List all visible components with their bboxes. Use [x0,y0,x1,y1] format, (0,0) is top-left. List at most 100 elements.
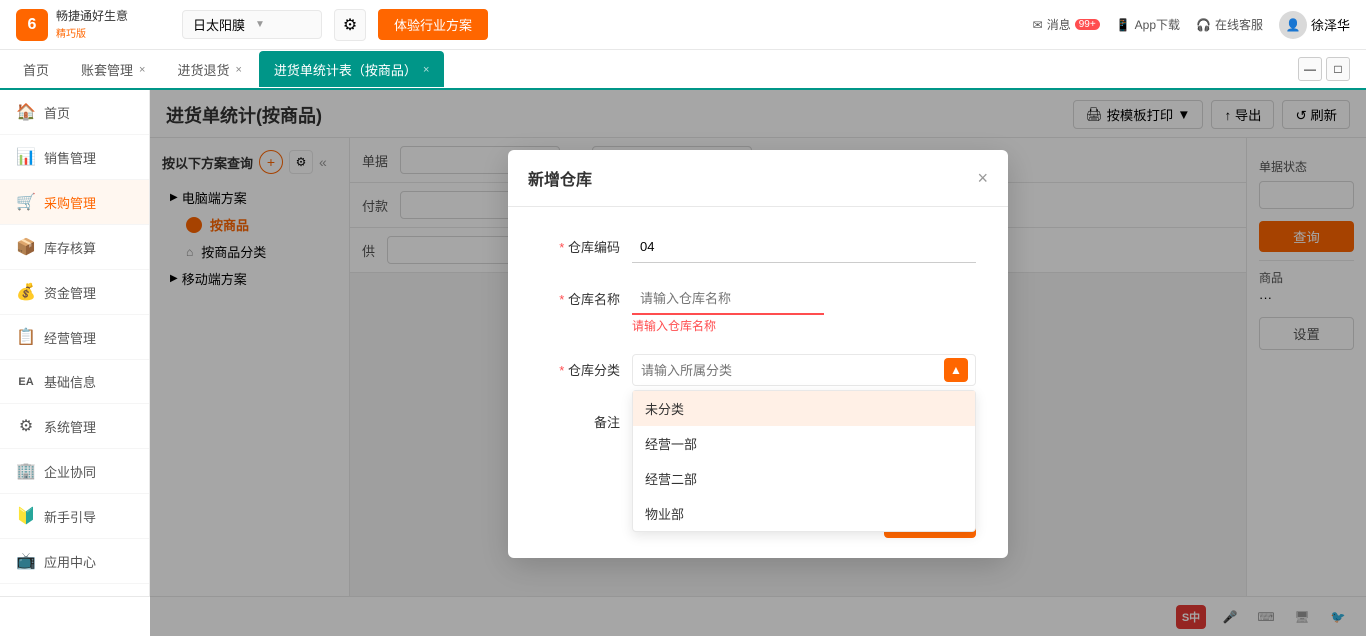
gear-button[interactable]: ⚙ [334,9,366,41]
inventory-icon: 📦 [16,237,36,257]
tab-bar: 首页 账套管理 × 进货退货 × 进货单统计表（按商品） × — □ [0,50,1366,90]
code-label: * 仓库编码 [540,231,620,256]
app-center-icon: 📺 [16,551,36,571]
main-layout: 🏠 首页 📊 销售管理 🛒 采购管理 📦 库存核算 💰 资金管理 📋 经营管理 … [0,90,1366,636]
tab-account-close-icon[interactable]: × [139,64,145,76]
user-avatar-area[interactable]: 👤 徐泽华 [1279,11,1350,39]
gear-icon: ⚙ [343,15,357,35]
sidebar-item-finance[interactable]: 💰 资金管理 [0,270,149,315]
sidebar-item-purchase[interactable]: 🛒 采购管理 [0,180,149,225]
message-icon: ✉ [1033,18,1043,32]
dialog-body: * 仓库编码 * 仓库名称 [508,207,1008,490]
sales-icon: 📊 [16,147,36,167]
category-dropdown-wrap: ▲ 未分类 经营一部 经营二部 [632,354,976,386]
tab-purchase-return-close-icon[interactable]: × [235,64,241,76]
category-label: * 仓库分类 [540,354,620,379]
sidebar-item-guide[interactable]: 🔰 新手引导 [0,494,149,539]
dropdown-option-0[interactable]: 未分类 [633,391,975,426]
tab-maximize-button[interactable]: □ [1326,57,1350,81]
system-icon: ⚙ [16,416,36,436]
note-label: 备注 [540,406,620,431]
sidebar-label-base-info: 基础信息 [44,372,96,391]
tab-home-label: 首页 [23,60,49,79]
dialog-header: 新增仓库 × [508,150,1008,207]
logo-area: 6 畅捷通好生意 精巧版 [16,9,166,41]
headset-icon: 🎧 [1196,18,1211,32]
enterprise-icon: 🏢 [16,461,36,481]
category-input[interactable] [632,354,976,386]
sidebar-item-enterprise[interactable]: 🏢 企业协同 [0,449,149,494]
tab-account-label: 账套管理 [81,60,133,79]
sidebar-label-enterprise: 企业协同 [44,462,96,481]
sidebar: 🏠 首页 📊 销售管理 🛒 采购管理 📦 库存核算 💰 资金管理 📋 经营管理 … [0,90,150,636]
dialog-close-button[interactable]: × [977,168,988,189]
header-right: ✉ 消息 99+ 📱 App下载 🎧 在线客服 👤 徐泽华 [1033,11,1350,39]
tab-minimize-button[interactable]: — [1298,57,1322,81]
trial-button[interactable]: 体验行业方案 [378,9,488,40]
sidebar-label-purchase: 采购管理 [44,193,96,212]
dropdown-option-3[interactable]: 物业部 [633,496,975,531]
sidebar-label-app-center: 应用中心 [44,552,96,571]
finance-icon: 💰 [16,282,36,302]
tab-purchase-stats-label: 进货单统计表（按商品） [274,60,417,79]
dropdown-option-2[interactable]: 经营二部 [633,461,975,496]
dialog-title: 新增仓库 [528,166,592,190]
app-download-label: App下载 [1135,16,1180,33]
sidebar-item-base-info[interactable]: EA 基础信息 [0,360,149,404]
top-header: 6 畅捷通好生意 精巧版 日太阳膜 ▼ ⚙ 体验行业方案 ✉ 消息 99+ 📱 … [0,0,1366,50]
minimize-icon: — [1304,62,1316,76]
category-dropdown-toggle[interactable]: ▲ [944,358,968,382]
base-info-icon: EA [16,376,36,388]
form-row-category: * 仓库分类 ▲ 未分类 [540,354,976,386]
purchase-icon: 🛒 [16,192,36,212]
name-input-wrap [632,283,824,315]
chevron-down-icon: ▼ [255,19,311,30]
modal-overlay: 新增仓库 × * 仓库编码 [150,90,1366,636]
phone-icon: 📱 [1116,18,1131,32]
sidebar-label-finance: 资金管理 [44,283,96,302]
app-download-button[interactable]: 📱 App下载 [1116,16,1180,33]
tab-purchase-return[interactable]: 进货退货 × [162,51,256,87]
sidebar-item-app-center[interactable]: 📺 应用中心 [0,539,149,584]
sidebar-label-system: 系统管理 [44,417,96,436]
maximize-icon: □ [1334,62,1341,76]
tab-purchase-return-label: 进货退货 [177,60,229,79]
username-label: 徐泽华 [1311,15,1350,34]
tab-purchase-stats[interactable]: 进货单统计表（按商品） × [259,51,444,87]
store-name: 日太阳膜 [193,15,249,34]
tab-nav-buttons: — □ [1298,57,1358,81]
online-service-button[interactable]: 🎧 在线客服 [1196,16,1263,33]
header-middle: 日太阳膜 ▼ ⚙ 体验行业方案 [166,9,1033,41]
sidebar-item-home[interactable]: 🏠 首页 [0,90,149,135]
logo-icon: 6 [16,9,48,41]
sidebar-label-sales: 销售管理 [44,148,96,167]
new-warehouse-dialog: 新增仓库 × * 仓库编码 [508,150,1008,558]
guide-icon: 🔰 [16,506,36,526]
form-row-code: * 仓库编码 [540,231,976,263]
name-label: * 仓库名称 [540,283,620,308]
sidebar-label-inventory: 库存核算 [44,238,96,257]
tab-home[interactable]: 首页 [8,51,64,87]
message-badge: 99+ [1075,19,1100,30]
sidebar-item-sales[interactable]: 📊 销售管理 [0,135,149,180]
message-label: 消息 [1047,16,1071,33]
dropdown-option-1[interactable]: 经营一部 [633,426,975,461]
store-selector[interactable]: 日太阳膜 ▼ [182,10,322,39]
code-input[interactable] [632,231,976,263]
sidebar-item-inventory[interactable]: 📦 库存核算 [0,225,149,270]
logo-text: 畅捷通好生意 [56,9,128,25]
form-row-name: * 仓库名称 请输入仓库名称 [540,283,976,334]
name-error-message: 请输入仓库名称 [632,317,716,334]
avatar: 👤 [1279,11,1307,39]
logo-tag: 精巧版 [56,25,128,40]
operation-icon: 📋 [16,327,36,347]
message-button[interactable]: ✉ 消息 99+ [1033,16,1100,33]
sidebar-label-operation: 经营管理 [44,328,96,347]
sidebar-item-operation[interactable]: 📋 经营管理 [0,315,149,360]
sidebar-item-system[interactable]: ⚙ 系统管理 [0,404,149,449]
sidebar-label-home: 首页 [44,103,70,122]
chevron-up-icon: ▲ [950,363,962,377]
name-input[interactable] [632,283,824,315]
tab-purchase-stats-close-icon[interactable]: × [423,64,429,76]
tab-account[interactable]: 账套管理 × [66,51,160,87]
